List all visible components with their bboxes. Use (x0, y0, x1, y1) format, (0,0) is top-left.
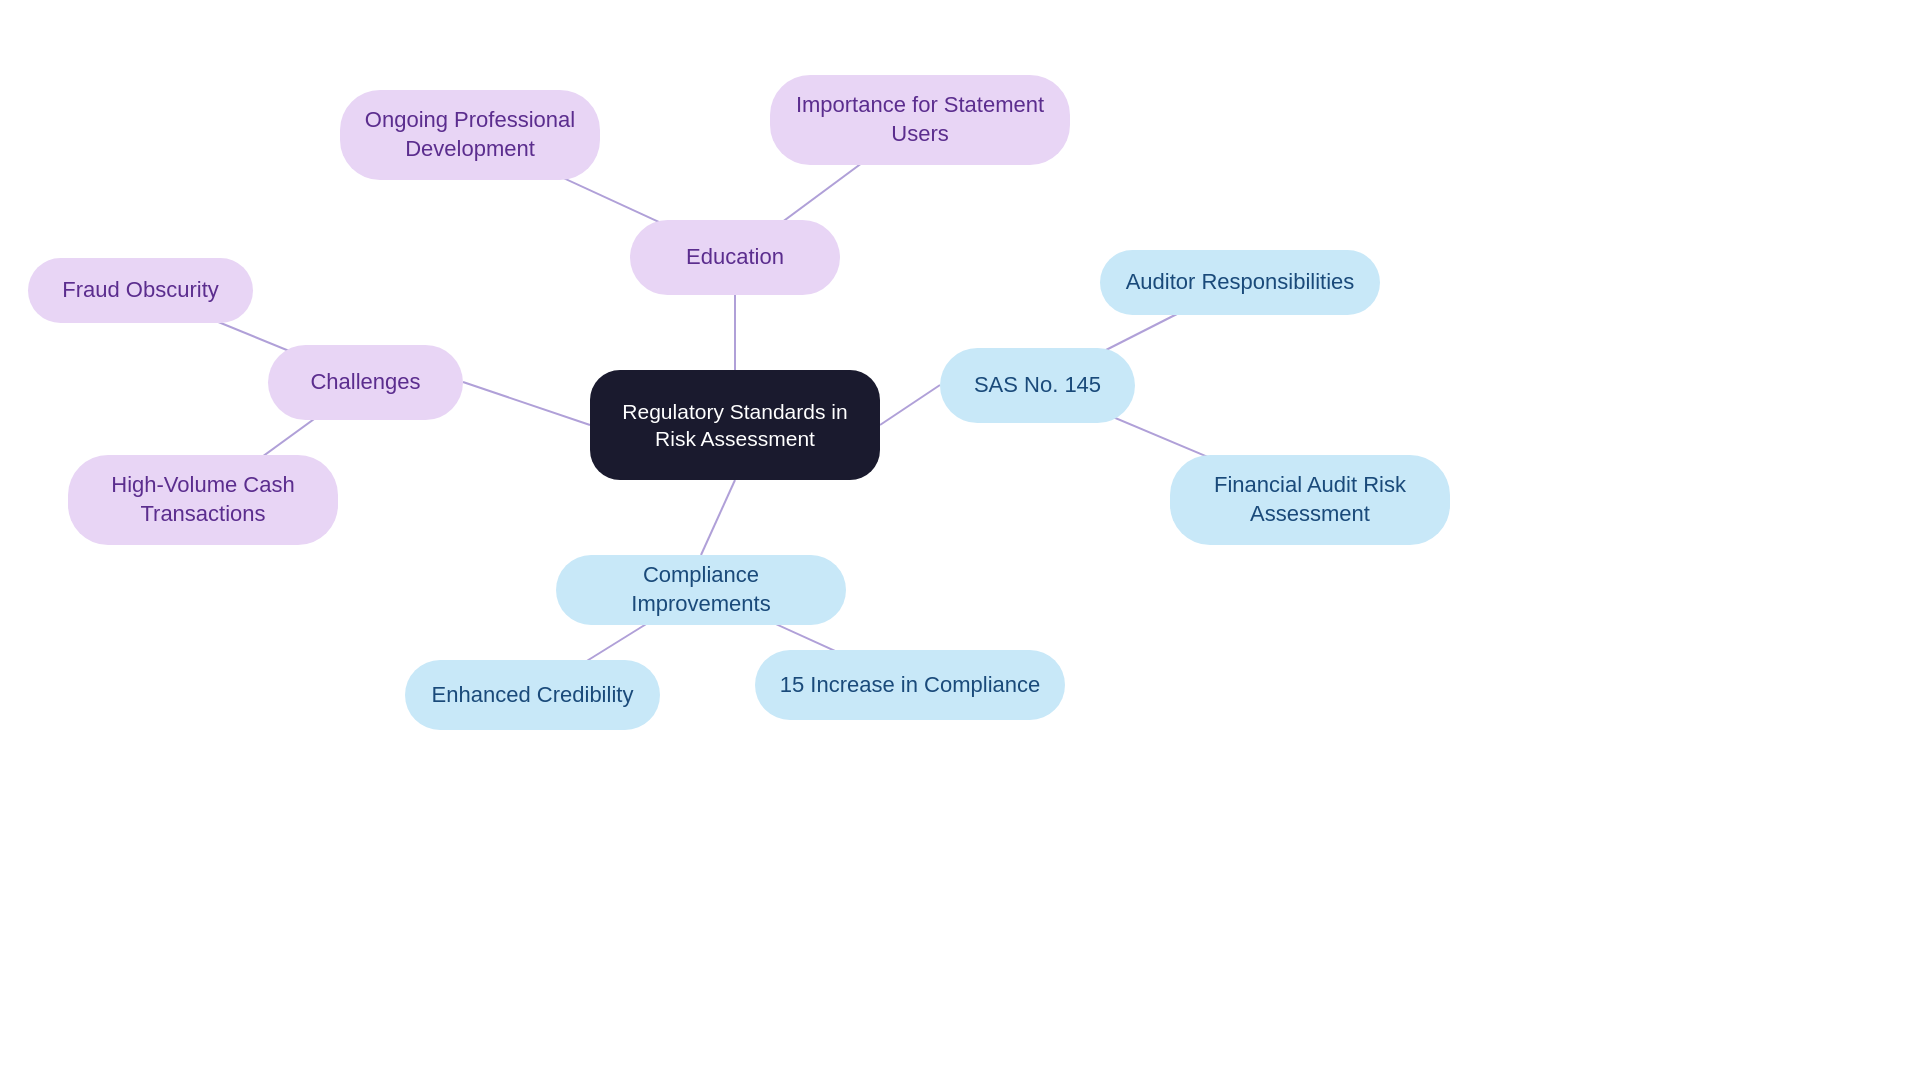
node-financial: Financial Audit Risk Assessment (1170, 455, 1450, 545)
label-enhanced: Enhanced Credibility (432, 681, 634, 710)
center-node: Regulatory Standards in Risk Assessment (590, 370, 880, 480)
node-fraud: Fraud Obscurity (28, 258, 253, 323)
label-opd: Ongoing Professional Development (364, 106, 576, 163)
label-compliance: Compliance Improvements (580, 561, 822, 618)
node-highvol: High-Volume Cash Transactions (68, 455, 338, 545)
label-auditor: Auditor Responsibilities (1126, 268, 1355, 297)
svg-line-6 (880, 385, 940, 425)
label-fraud: Fraud Obscurity (62, 276, 219, 305)
label-highvol: High-Volume Cash Transactions (92, 471, 314, 528)
node-opd: Ongoing Professional Development (340, 90, 600, 180)
node-auditor: Auditor Responsibilities (1100, 250, 1380, 315)
node-compliance: Compliance Improvements (556, 555, 846, 625)
node-enhanced: Enhanced Credibility (405, 660, 660, 730)
svg-line-3 (463, 382, 590, 425)
node-sas: SAS No. 145 (940, 348, 1135, 423)
label-financial: Financial Audit Risk Assessment (1194, 471, 1426, 528)
node-importance: Importance for Statement Users (770, 75, 1070, 165)
node-education: Education (630, 220, 840, 295)
label-challenges: Challenges (310, 368, 420, 397)
center-label: Regulatory Standards in Risk Assessment (614, 398, 856, 453)
node-increase: 15 Increase in Compliance (755, 650, 1065, 720)
label-importance: Importance for Statement Users (794, 91, 1046, 148)
label-increase: 15 Increase in Compliance (780, 671, 1040, 700)
svg-line-9 (701, 480, 735, 555)
node-challenges: Challenges (268, 345, 463, 420)
label-education: Education (686, 243, 784, 272)
label-sas: SAS No. 145 (974, 371, 1101, 400)
